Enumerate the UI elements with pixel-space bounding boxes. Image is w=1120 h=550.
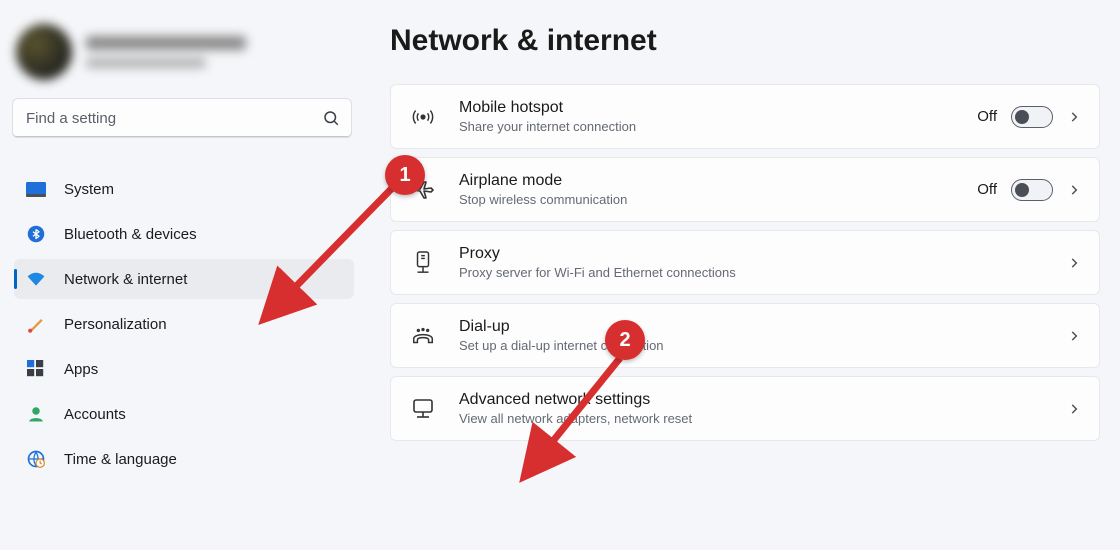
sidebar-item-apps[interactable]: Apps [14, 349, 354, 389]
sidebar-item-network[interactable]: Network & internet [14, 259, 354, 299]
hotspot-icon [409, 103, 437, 131]
card-dial-up[interactable]: Dial-up Set up a dial-up internet connec… [390, 303, 1100, 368]
sidebar-item-label: Apps [64, 361, 98, 378]
system-icon [26, 179, 46, 199]
chevron-right-icon [1067, 183, 1081, 197]
sidebar-item-system[interactable]: System [14, 169, 354, 209]
card-desc: Stop wireless communication [459, 192, 955, 207]
main-content: Network & internet Mobile hotspot Share … [370, 0, 1120, 550]
chevron-right-icon [1067, 402, 1081, 416]
sidebar-item-personalization[interactable]: Personalization [14, 304, 354, 344]
bluetooth-icon [26, 224, 46, 244]
sidebar-item-label: Time & language [64, 451, 177, 468]
dialup-icon [409, 322, 437, 350]
profile-block[interactable] [8, 12, 360, 98]
toggle-state-label: Off [977, 108, 997, 125]
card-title: Proxy [459, 245, 1045, 263]
sidebar-item-label: Bluetooth & devices [64, 226, 197, 243]
card-airplane-mode[interactable]: Airplane mode Stop wireless communicatio… [390, 157, 1100, 222]
sidebar: System Bluetooth & devices Network & int… [0, 0, 370, 550]
search-input[interactable] [12, 98, 352, 138]
search-field[interactable] [12, 98, 352, 138]
apps-icon [26, 359, 46, 379]
proxy-icon [409, 249, 437, 277]
sidebar-nav: System Bluetooth & devices Network & int… [8, 164, 360, 484]
card-desc: Set up a dial-up internet connection [459, 338, 1045, 353]
toggle-switch[interactable] [1011, 179, 1053, 201]
card-title: Airplane mode [459, 172, 955, 190]
airplane-icon [409, 176, 437, 204]
search-icon [322, 109, 340, 127]
card-mobile-hotspot[interactable]: Mobile hotspot Share your internet conne… [390, 84, 1100, 149]
sidebar-item-time-language[interactable]: Time & language [14, 439, 354, 479]
card-title: Advanced network settings [459, 391, 1045, 409]
chevron-right-icon [1067, 256, 1081, 270]
paintbrush-icon [26, 314, 46, 334]
sidebar-item-accounts[interactable]: Accounts [14, 394, 354, 434]
card-desc: View all network adapters, network reset [459, 411, 1045, 426]
card-title: Dial-up [459, 318, 1045, 336]
profile-text [86, 36, 246, 68]
sidebar-item-label: Personalization [64, 316, 167, 333]
card-advanced-network[interactable]: Advanced network settings View all netwo… [390, 376, 1100, 441]
accounts-icon [26, 404, 46, 424]
sidebar-item-label: System [64, 181, 114, 198]
card-proxy[interactable]: Proxy Proxy server for Wi-Fi and Etherne… [390, 230, 1100, 295]
settings-card-list: Mobile hotspot Share your internet conne… [390, 84, 1100, 445]
page-title: Network & internet [390, 24, 1100, 58]
avatar[interactable] [16, 24, 72, 80]
sidebar-item-label: Accounts [64, 406, 126, 423]
sidebar-item-bluetooth[interactable]: Bluetooth & devices [14, 214, 354, 254]
network-advanced-icon [409, 395, 437, 423]
toggle-state-label: Off [977, 181, 997, 198]
card-desc: Proxy server for Wi-Fi and Ethernet conn… [459, 265, 1045, 280]
card-title: Mobile hotspot [459, 99, 955, 117]
globe-clock-icon [26, 449, 46, 469]
toggle-switch[interactable] [1011, 106, 1053, 128]
chevron-right-icon [1067, 110, 1081, 124]
sidebar-item-label: Network & internet [64, 271, 187, 288]
chevron-right-icon [1067, 329, 1081, 343]
wifi-icon [26, 269, 46, 289]
card-desc: Share your internet connection [459, 119, 955, 134]
